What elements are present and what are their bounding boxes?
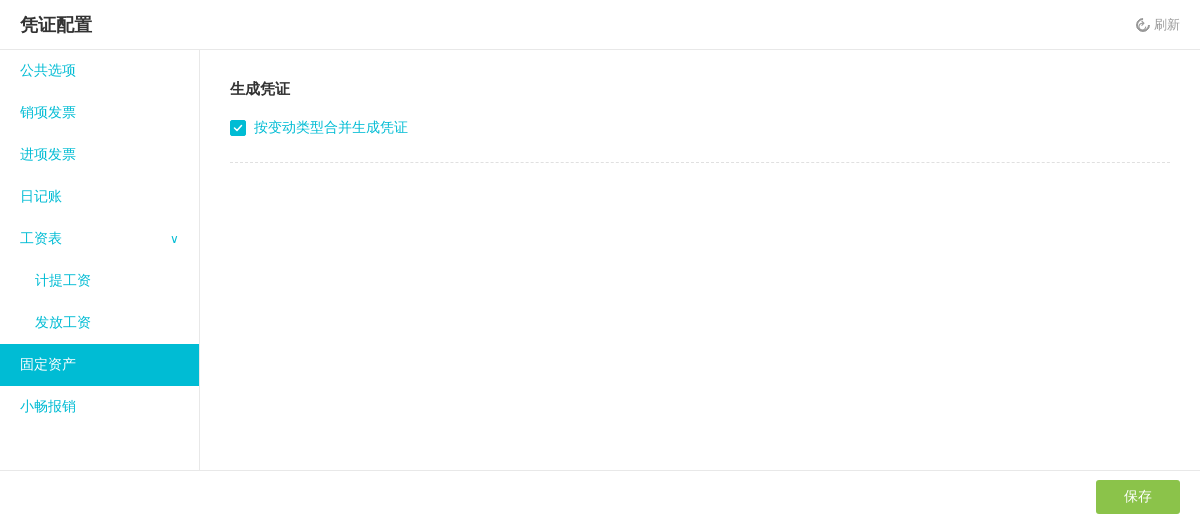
sidebar-item-label: 公共选项 bbox=[20, 62, 76, 80]
footer: 保存 bbox=[0, 470, 1200, 522]
sidebar-item-journal[interactable]: 日记账 bbox=[0, 176, 199, 218]
refresh-icon: ↻ bbox=[1133, 15, 1153, 35]
chevron-down-icon: ∨ bbox=[170, 232, 179, 246]
sidebar-item-label: 销项发票 bbox=[20, 104, 76, 122]
sidebar-item-fixed-assets[interactable]: 固定资产 bbox=[0, 344, 199, 386]
sidebar-item-label: 小畅报销 bbox=[20, 398, 76, 416]
sidebar: 公共选项销项发票进项发票日记账工资表 ∨ 计提工资发放工资固定资产小畅报销 bbox=[0, 50, 200, 470]
sidebar-item-label: 计提工资 bbox=[35, 272, 91, 290]
divider bbox=[230, 162, 1170, 163]
body: 公共选项销项发票进项发票日记账工资表 ∨ 计提工资发放工资固定资产小畅报销 生成凭证… bbox=[0, 50, 1200, 470]
sidebar-item-payroll-table[interactable]: 工资表 ∨ bbox=[0, 218, 199, 260]
checkbox-row[interactable]: 按变动类型合并生成凭证 bbox=[230, 119, 1170, 137]
section-title: 生成凭证 bbox=[230, 80, 1170, 99]
sidebar-item-accrual-wage[interactable]: 计提工资 bbox=[0, 260, 199, 302]
page-wrapper: 凭证配置 ↻ 刷新 公共选项销项发票进项发票日记账工资表 ∨ 计提工资发放工资固定资… bbox=[0, 0, 1200, 522]
header: 凭证配置 ↻ 刷新 bbox=[0, 0, 1200, 50]
sidebar-item-label: 日记账 bbox=[20, 188, 62, 206]
sidebar-item-purchase-invoice[interactable]: 进项发票 bbox=[0, 134, 199, 176]
refresh-label: 刷新 bbox=[1154, 16, 1180, 34]
sidebar-item-label: 发放工资 bbox=[35, 314, 91, 332]
main-content: 生成凭证 按变动类型合并生成凭证 bbox=[200, 50, 1200, 470]
sidebar-item-public-options[interactable]: 公共选项 bbox=[0, 50, 199, 92]
save-button[interactable]: 保存 bbox=[1096, 480, 1180, 514]
sidebar-item-label: 固定资产 bbox=[20, 356, 76, 374]
merge-checkbox[interactable] bbox=[230, 120, 246, 136]
page-title: 凭证配置 bbox=[20, 13, 92, 37]
sidebar-item-sales-invoice[interactable]: 销项发票 bbox=[0, 92, 199, 134]
checkmark-icon bbox=[233, 123, 243, 133]
refresh-button[interactable]: ↻ 刷新 bbox=[1136, 16, 1180, 34]
sidebar-item-label: 进项发票 bbox=[20, 146, 76, 164]
sidebar-item-expense-reimbursement[interactable]: 小畅报销 bbox=[0, 386, 199, 428]
checkbox-label: 按变动类型合并生成凭证 bbox=[254, 119, 408, 137]
sidebar-item-label: 工资表 bbox=[20, 230, 62, 248]
sidebar-item-pay-wage[interactable]: 发放工资 bbox=[0, 302, 199, 344]
